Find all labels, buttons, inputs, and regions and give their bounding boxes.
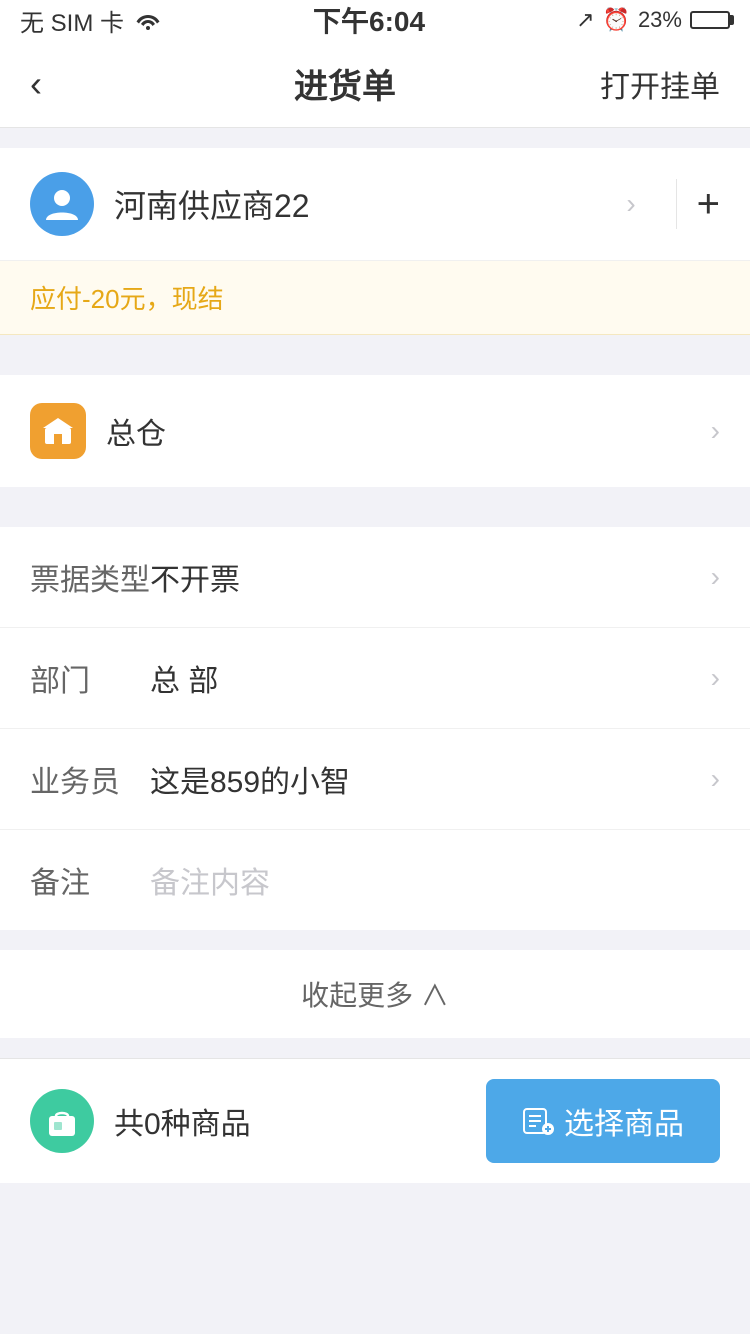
supplier-avatar [30, 172, 94, 236]
back-button[interactable]: ‹ [30, 63, 90, 105]
salesperson-value: 这是859的小智 [150, 757, 701, 801]
status-time: 下午6:04 [313, 0, 425, 40]
supplier-section: 河南供应商22 › + 应付-20元，现结 [0, 148, 750, 335]
page-title: 进货单 [294, 59, 396, 108]
department-label: 部门 [30, 656, 150, 700]
wifi-icon [134, 10, 162, 30]
form-section: 票据类型 不开票 › 部门 总 部 › 业务员 这是859的小智 › 备注 备注… [0, 527, 750, 930]
salesperson-row[interactable]: 业务员 这是859的小智 › [0, 729, 750, 830]
bottom-bar: 共0种商品 选择商品 [0, 1058, 750, 1183]
status-carrier: 无 SIM 卡 [20, 3, 162, 38]
warehouse-row[interactable]: 总仓 › [0, 375, 750, 487]
nav-bar: ‹ 进货单 打开挂单 [0, 40, 750, 128]
location-icon: ↗ [576, 7, 594, 33]
alarm-icon: ⏰ [603, 7, 630, 33]
invoice-type-label: 票据类型 [30, 555, 150, 599]
invoice-type-value: 不开票 [150, 555, 701, 599]
battery-icon [690, 11, 730, 29]
remark-placeholder: 备注内容 [150, 858, 720, 902]
notice-text: 应付-20元，现结 [30, 284, 224, 314]
salesperson-label: 业务员 [30, 757, 150, 801]
add-button[interactable]: + [697, 182, 720, 227]
product-icon-container [30, 1089, 94, 1153]
remark-label: 备注 [30, 858, 150, 902]
salesperson-chevron-icon: › [711, 763, 720, 795]
warehouse-chevron-icon: › [711, 415, 720, 447]
open-pending-button[interactable]: 打开挂单 [600, 62, 720, 106]
person-icon [42, 184, 82, 224]
department-chevron-icon: › [711, 662, 720, 694]
supplier-row[interactable]: 河南供应商22 › + [0, 148, 750, 261]
notice-banner: 应付-20元，现结 [0, 261, 750, 335]
section-gap-1 [0, 128, 750, 148]
section-gap-2 [0, 335, 750, 355]
invoice-type-chevron-icon: › [711, 561, 720, 593]
select-product-icon [522, 1105, 554, 1137]
select-product-label: 选择商品 [564, 1099, 684, 1143]
department-row[interactable]: 部门 总 部 › [0, 628, 750, 729]
shopping-bag-icon [43, 1102, 81, 1140]
collapse-label: 收起更多 ∧ [301, 974, 449, 1014]
warehouse-name: 总仓 [106, 409, 701, 453]
warehouse-section: 总仓 › [0, 375, 750, 487]
warehouse-icon [41, 414, 75, 448]
status-bar: 无 SIM 卡 下午6:04 ↗ ⏰ 23% [0, 0, 750, 40]
department-value: 总 部 [150, 656, 701, 700]
invoice-type-row[interactable]: 票据类型 不开票 › [0, 527, 750, 628]
collapse-toggle[interactable]: 收起更多 ∧ [0, 950, 750, 1038]
divider [676, 179, 677, 229]
supplier-name: 河南供应商22 [114, 181, 626, 227]
section-gap-3 [0, 487, 750, 507]
warehouse-icon-container [30, 403, 86, 459]
supplier-chevron-icon: › [626, 188, 635, 220]
remark-row[interactable]: 备注 备注内容 [0, 830, 750, 930]
product-count: 共0种商品 [114, 1099, 486, 1143]
select-product-button[interactable]: 选择商品 [486, 1079, 720, 1163]
status-indicators: ↗ ⏰ 23% [576, 7, 730, 33]
